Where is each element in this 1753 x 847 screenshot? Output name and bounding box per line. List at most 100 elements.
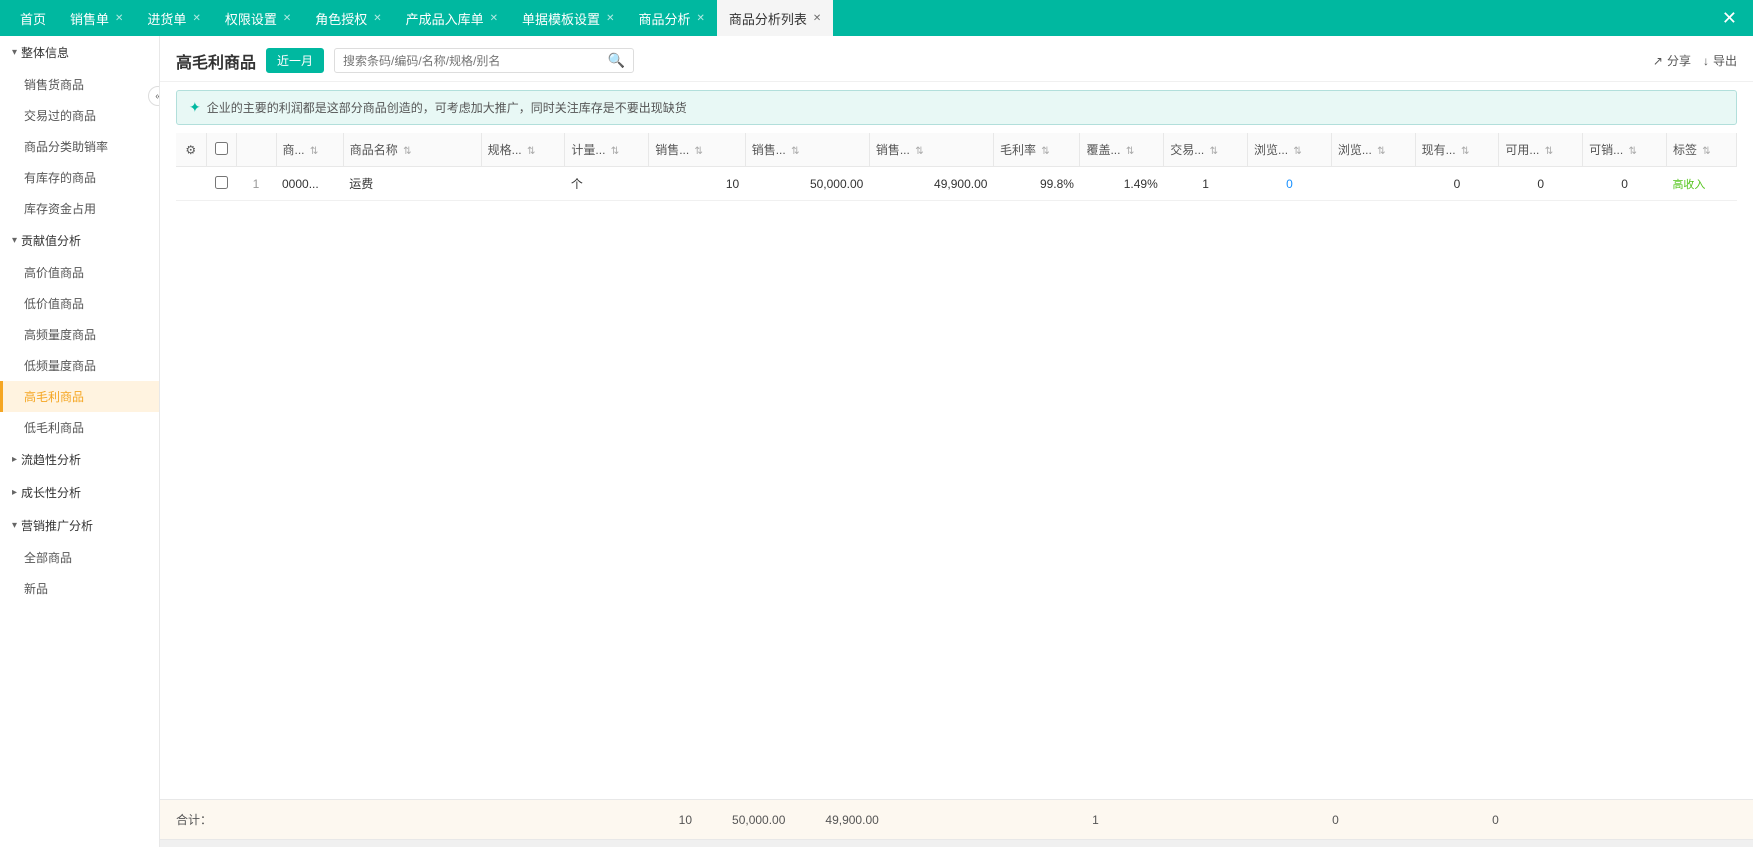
sidebar-item-analysis-helper[interactable]: 商品分类助销率 (0, 131, 159, 162)
close-roles[interactable]: ✕ (373, 13, 381, 24)
th-browse1[interactable]: 浏览... ⇅ (1248, 133, 1332, 167)
footer-sales-amount: 50,000.00 (712, 813, 805, 827)
th-coverage[interactable]: 覆盖... ⇅ (1080, 133, 1164, 167)
sort-icon-name: ⇅ (403, 146, 411, 157)
table-footer: 合计： 10 50,000.00 49,900.00 1 0 0 (160, 799, 1753, 839)
td-sales-qty: 10 (649, 167, 746, 201)
info-icon: ✦ (189, 99, 201, 116)
td-available1: 0 (1415, 167, 1499, 201)
th-browse2[interactable]: 浏览... ⇅ (1331, 133, 1415, 167)
sidebar-group-trend-analysis[interactable]: ▸ 流趋性分析 (0, 443, 159, 476)
tag-badge: 高收入 (1672, 179, 1705, 191)
sort-icon-browse2: ⇅ (1377, 146, 1385, 157)
share-button[interactable]: ↗ 分享 (1653, 52, 1691, 69)
th-seq (236, 133, 276, 167)
th-unit[interactable]: 计量... ⇅ (565, 133, 649, 167)
close-sales-order[interactable]: ✕ (115, 13, 123, 24)
sidebar-item-high-margin[interactable]: 高毛利商品 (0, 381, 159, 412)
nav-product-analysis-list[interactable]: 商品分析列表 ✕ (717, 0, 833, 36)
export-icon: ↓ (1703, 54, 1709, 68)
sort-icon-code: ⇅ (310, 146, 318, 157)
sidebar-group-treasure-analysis[interactable]: ▾ 贡献值分析 (0, 224, 159, 257)
info-banner: ✦ 企业的主要的利润都是这部分商品创造的，可考虑加大推广，同时关注库存是不要出现… (176, 90, 1737, 125)
footer-label: 合计： (176, 811, 212, 828)
window-close-button[interactable]: ✕ (1714, 8, 1745, 29)
nav-permissions[interactable]: 权限设置 ✕ (213, 0, 303, 36)
sort-icon-tag: ⇅ (1702, 146, 1710, 157)
close-product-entry[interactable]: ✕ (490, 13, 498, 24)
sidebar-item-high-freq[interactable]: 高频量度商品 (0, 319, 159, 350)
th-checkbox[interactable] (206, 133, 236, 167)
sidebar-group-marketing-analysis[interactable]: ▾ 营销推广分析 (0, 509, 159, 542)
th-sales-amount[interactable]: 销售... ⇅ (745, 133, 869, 167)
main-layout: « ▾ 整体信息 销售货商品 交易过的商品 商品分类助销率 有库存的商品 库存资… (0, 36, 1753, 847)
nav-purchase-order[interactable]: 进货单 ✕ (135, 0, 212, 36)
nav-product-entry[interactable]: 产成品入库单 ✕ (394, 0, 510, 36)
sidebar-item-low-margin[interactable]: 低毛利商品 (0, 412, 159, 443)
nav-home[interactable]: 首页 (8, 0, 58, 36)
th-tag[interactable]: 标签 ⇅ (1666, 133, 1736, 167)
nav-template-settings[interactable]: 单据模板设置 ✕ (510, 0, 626, 36)
bottom-scrollbar[interactable] (160, 839, 1753, 847)
sidebar-item-low-value[interactable]: 低价值商品 (0, 288, 159, 319)
th-available2[interactable]: 可用... ⇅ (1499, 133, 1583, 167)
table-container[interactable]: ⚙ 商... ⇅ 商品名称 ⇅ (160, 133, 1753, 799)
td-gross-margin: 99.8% (993, 167, 1080, 201)
td-sales-cost: 49,900.00 (869, 167, 993, 201)
td-browse1[interactable]: 0 (1248, 167, 1332, 201)
search-icon: 🔍 (608, 52, 625, 69)
td-name: 运费 (343, 167, 481, 201)
footer-trade: 1 (1039, 813, 1119, 827)
th-sales-qty[interactable]: 销售... ⇅ (649, 133, 746, 167)
td-spec (481, 167, 565, 201)
settings-gear-icon: ⚙ (185, 143, 196, 157)
search-box[interactable]: 🔍 (334, 48, 634, 73)
nav-product-analysis[interactable]: 商品分析 ✕ (626, 0, 716, 36)
sort-icon-trade: ⇅ (1210, 146, 1218, 157)
row-checkbox[interactable] (215, 176, 228, 189)
th-sellable[interactable]: 可销... ⇅ (1583, 133, 1667, 167)
sidebar-item-all-goods[interactable]: 全部商品 (0, 542, 159, 573)
th-gross-margin[interactable]: 毛利率 ⇅ (993, 133, 1080, 167)
header-actions: ↗ 分享 ↓ 导出 (1653, 52, 1737, 69)
sort-icon-sellable: ⇅ (1629, 146, 1637, 157)
sidebar-item-traded-goods[interactable]: 交易过的商品 (0, 100, 159, 131)
footer-available1: 0 (1279, 813, 1359, 827)
th-code[interactable]: 商... ⇅ (276, 133, 343, 167)
th-sales-cost[interactable]: 销售... ⇅ (869, 133, 993, 167)
sidebar-item-new-goods[interactable]: 新品 (0, 573, 159, 604)
nav-roles[interactable]: 角色授权 ✕ (303, 0, 393, 36)
filter-recent-month-button[interactable]: 近一月 (266, 48, 324, 73)
close-product-analysis-list[interactable]: ✕ (813, 13, 821, 24)
sidebar-item-stocked-goods[interactable]: 有库存的商品 (0, 162, 159, 193)
select-all-checkbox[interactable] (215, 142, 228, 155)
sort-icon-available1: ⇅ (1461, 146, 1469, 157)
close-product-analysis[interactable]: ✕ (696, 13, 704, 24)
sidebar-item-capital-occupation[interactable]: 库存资金占用 (0, 193, 159, 224)
close-purchase-order[interactable]: ✕ (192, 13, 200, 24)
td-coverage: 1.49% (1080, 167, 1164, 201)
th-spec[interactable]: 规格... ⇅ (481, 133, 565, 167)
chevron-down-icon-3: ▾ (12, 520, 17, 531)
footer-sales-qty: 10 (602, 813, 712, 827)
th-available1[interactable]: 现有... ⇅ (1415, 133, 1499, 167)
th-settings[interactable]: ⚙ (176, 133, 206, 167)
sidebar-item-sales-goods[interactable]: 销售货商品 (0, 69, 159, 100)
th-name[interactable]: 商品名称 ⇅ (343, 133, 481, 167)
close-permissions[interactable]: ✕ (283, 13, 291, 24)
page-title: 高毛利商品 (176, 49, 256, 73)
sidebar-item-high-value[interactable]: 高价值商品 (0, 257, 159, 288)
td-checkbox[interactable] (206, 167, 236, 201)
sidebar-group-growth-analysis[interactable]: ▸ 成长性分析 (0, 476, 159, 509)
export-button[interactable]: ↓ 导出 (1703, 52, 1737, 69)
chevron-down-icon-2: ▾ (12, 235, 17, 246)
th-trade[interactable]: 交易... ⇅ (1164, 133, 1248, 167)
chevron-right-icon: ▸ (12, 454, 17, 465)
sort-icon-available2: ⇅ (1545, 146, 1553, 157)
sidebar-item-low-freq[interactable]: 低频量度商品 (0, 350, 159, 381)
search-input[interactable] (343, 54, 608, 68)
share-icon: ↗ (1653, 54, 1663, 68)
close-template-settings[interactable]: ✕ (606, 13, 614, 24)
sidebar-group-overall-info[interactable]: ▾ 整体信息 (0, 36, 159, 69)
nav-sales-order[interactable]: 销售单 ✕ (58, 0, 135, 36)
